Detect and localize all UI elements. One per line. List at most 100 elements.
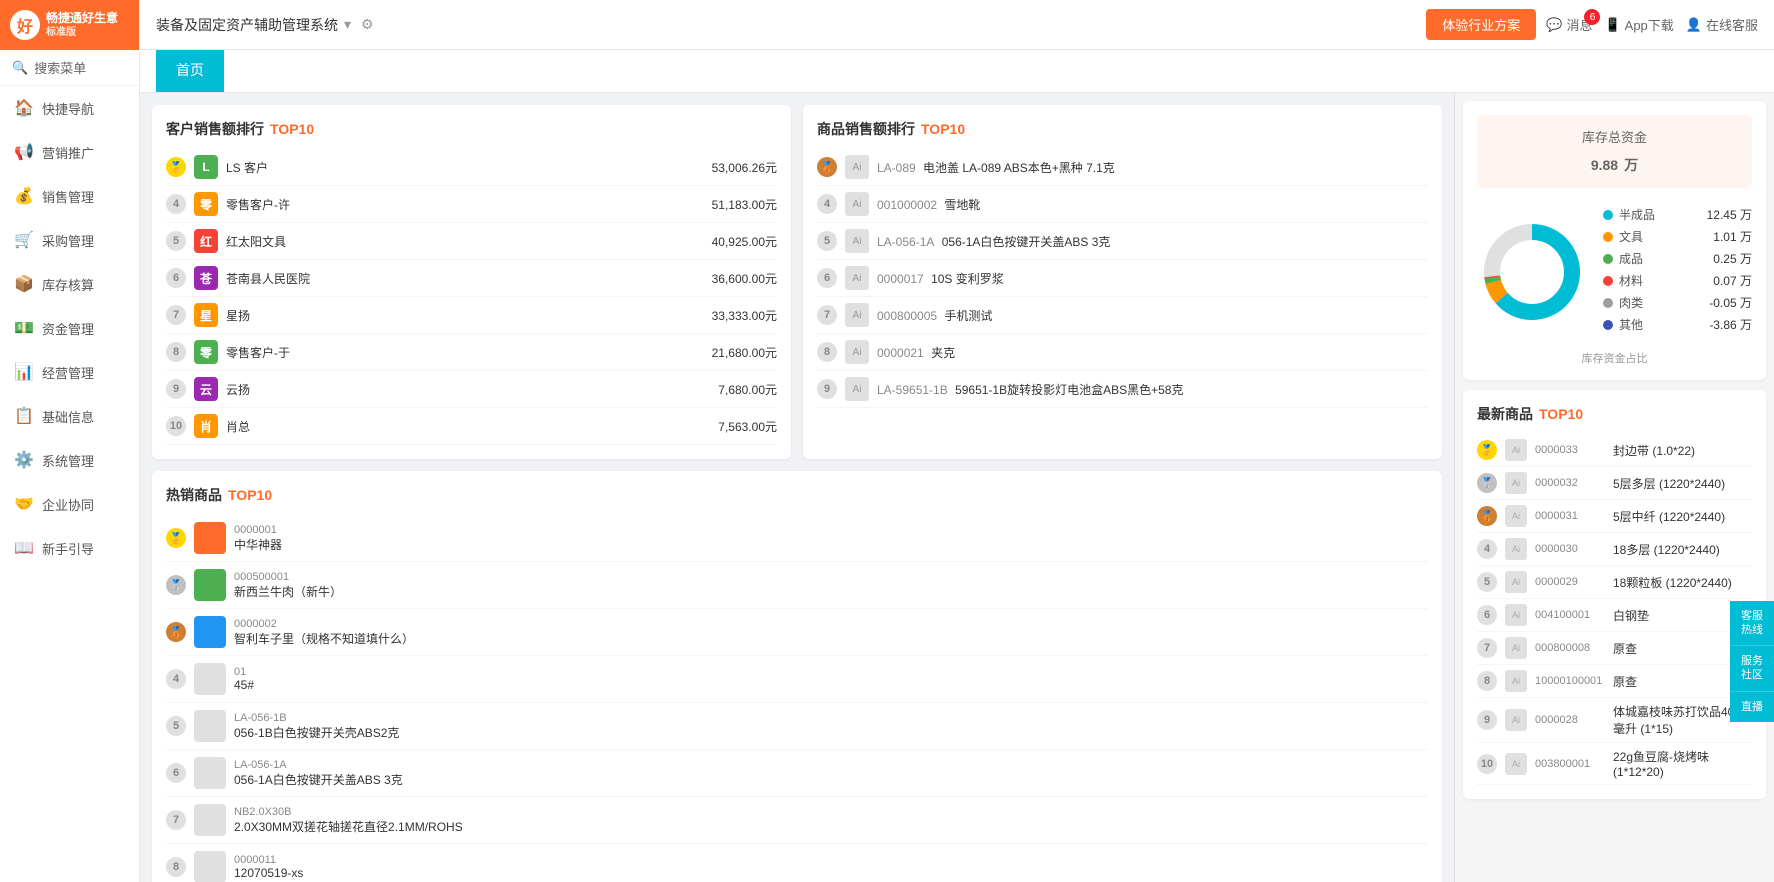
- product-image: [194, 851, 226, 882]
- right-panel: 库存总资金 9.88 万: [1454, 93, 1774, 882]
- search-menu[interactable]: 🔍 搜索菜单: [0, 50, 139, 86]
- logo-text: 畅捷通好生意 标准版: [46, 11, 118, 40]
- rank-number: 7: [166, 810, 186, 830]
- rank-number: 9: [1477, 710, 1497, 730]
- rank-number: 7: [1477, 638, 1497, 658]
- list-item: 5 Ai 0000029 18颗粒板 (1220*2440): [1477, 566, 1752, 599]
- product-image: Ai: [1505, 538, 1527, 560]
- message-action[interactable]: 💬 消息 6: [1546, 15, 1592, 34]
- donut-chart: [1477, 217, 1587, 327]
- trial-button[interactable]: 体验行业方案: [1426, 9, 1536, 40]
- system-icon: ⚙️: [14, 450, 34, 470]
- product-sales-title: 商品销售额排行 TOP10: [817, 119, 1428, 139]
- page-tabs: 首页: [140, 50, 1774, 93]
- product-image: Ai: [1505, 472, 1527, 494]
- rank-number: 🥉: [817, 157, 837, 177]
- sidebar-item-basic[interactable]: 📋 基础信息: [0, 394, 139, 438]
- rank-number: 🥉: [166, 622, 186, 642]
- product-sales-list: 🥉 Ai LA-089 电池盖 LA-089 ABS本色+黑种 7.1克 4 A…: [817, 149, 1428, 408]
- rank-number: 6: [817, 268, 837, 288]
- legend-item: 成品 0.25 万: [1603, 250, 1752, 267]
- rank-number: 4: [166, 194, 186, 214]
- dropdown-icon[interactable]: ▾: [344, 16, 351, 33]
- rank-number: 🥈: [1477, 473, 1497, 493]
- legend-dot: [1603, 254, 1613, 264]
- list-item: 6 Ai 004100001 白钢垫: [1477, 599, 1752, 632]
- app-download-action[interactable]: 📱 App下载: [1604, 15, 1673, 34]
- settings-icon[interactable]: ⚙: [361, 16, 374, 33]
- list-item: 5 Ai LA-056-1A 056-1A白色按键开关盖ABS 3克: [817, 223, 1428, 260]
- rank-number: 6: [1477, 605, 1497, 625]
- rank-number: 10: [1477, 754, 1497, 774]
- list-item: 8 0000011 12070519-xs: [166, 844, 1428, 882]
- hot-products-list: 🥇 0000001 中华神器 🥈 000500001 新西兰牛肉（新牛）: [166, 515, 1428, 882]
- inventory-card: 库存总资金 9.88 万: [1463, 101, 1766, 380]
- sidebar-item-finance[interactable]: 💵 资金管理: [0, 306, 139, 350]
- avatar: 云: [194, 377, 218, 401]
- sidebar-item-purchase[interactable]: 🛒 采购管理: [0, 218, 139, 262]
- sidebar-item-marketing[interactable]: 📢 营销推广: [0, 130, 139, 174]
- search-icon: 🔍: [12, 60, 28, 76]
- rank-number: 4: [1477, 539, 1497, 559]
- list-item: 9 Ai 0000028 体城嘉枝味苏打饮品400毫升 (1*15): [1477, 698, 1752, 743]
- float-btn-community[interactable]: 服务 社区: [1730, 646, 1774, 692]
- sidebar-item-cooperation[interactable]: 🤝 企业协同: [0, 482, 139, 526]
- legend-item: 半成品 12.45 万: [1603, 206, 1752, 223]
- product-image: Ai: [845, 266, 869, 290]
- rank-number: 🥇: [166, 157, 186, 177]
- product-sales-ranking-card: 商品销售额排行 TOP10 🥉 Ai LA-089 电池盖 LA-089 ABS…: [803, 105, 1442, 459]
- basic-icon: 📋: [14, 406, 34, 426]
- online-service-action[interactable]: 👤 在线客服: [1686, 15, 1758, 34]
- rank-number: 8: [166, 342, 186, 362]
- logo-icon: 好: [10, 10, 40, 40]
- rank-number: 5: [1477, 572, 1497, 592]
- product-image: Ai: [1505, 604, 1527, 626]
- customer-rank-list: 🥇 L LS 客户 53,006.26元 4 零 零售客户-许 51,183.0…: [166, 149, 777, 445]
- float-btn-live[interactable]: 直播: [1730, 692, 1774, 722]
- service-icon: 👤: [1686, 17, 1702, 33]
- sales-icon: 💰: [14, 186, 34, 206]
- list-item: 4 零 零售客户-许 51,183.00元: [166, 186, 777, 223]
- product-image: [194, 569, 226, 601]
- list-item: 🥈 Ai 0000032 5层多层 (1220*2440): [1477, 467, 1752, 500]
- list-item: 8 零 零售客户-于 21,680.00元: [166, 334, 777, 371]
- finance-icon: 💵: [14, 318, 34, 338]
- avatar: 零: [194, 340, 218, 364]
- tab-home[interactable]: 首页: [156, 50, 224, 92]
- sidebar-item-operations[interactable]: 📊 经营管理: [0, 350, 139, 394]
- inventory-total: 库存总资金 9.88 万: [1477, 115, 1752, 188]
- list-item: 4 01 45#: [166, 656, 1428, 703]
- list-item: 7 Ai 000800008 原查: [1477, 632, 1752, 665]
- list-item: 7 NB2.0X30B 2.0X30MM双搓花轴搓花直径2.1MM/ROHS: [166, 797, 1428, 844]
- float-btn-service[interactable]: 客服 热线: [1730, 601, 1774, 647]
- message-badge: 6: [1584, 9, 1600, 25]
- rank-number: 🥈: [166, 575, 186, 595]
- rank-number: 7: [817, 305, 837, 325]
- sidebar-item-system[interactable]: ⚙️ 系统管理: [0, 438, 139, 482]
- sidebar-item-quicknav[interactable]: 🏠 快捷导航: [0, 86, 139, 130]
- latest-products-list: 🥇 Ai 0000033 封边带 (1.0*22) 🥈 Ai 0000032 5…: [1477, 434, 1752, 785]
- legend-dot: [1603, 298, 1613, 308]
- product-image: Ai: [1505, 753, 1527, 775]
- list-item: 10 肖 肖总 7,563.00元: [166, 408, 777, 445]
- legend-item: 肉类 -0.05 万: [1603, 294, 1752, 311]
- sidebar-item-inventory[interactable]: 📦 库存核算: [0, 262, 139, 306]
- rank-number: 8: [166, 857, 186, 877]
- operations-icon: 📊: [14, 362, 34, 382]
- list-item: 10 Ai 003800001 22g鱼豆腐-烧烤味 (1*12*20): [1477, 743, 1752, 785]
- list-item: 5 红 红太阳文具 40,925.00元: [166, 223, 777, 260]
- list-item: 🥉 0000002 智利车子里（规格不知道填什么）: [166, 609, 1428, 656]
- rank-number: 4: [817, 194, 837, 214]
- quicknav-icon: 🏠: [14, 98, 34, 118]
- sidebar-item-sales[interactable]: 💰 销售管理: [0, 174, 139, 218]
- product-image: [194, 616, 226, 648]
- topbar: 装备及固定资产辅助管理系统 ▾ ⚙ 体验行业方案 💬 消息 6 📱 App下载 …: [140, 0, 1774, 50]
- sidebar-item-guide[interactable]: 📖 新手引导: [0, 526, 139, 570]
- product-image: [194, 710, 226, 742]
- list-item: 🥈 000500001 新西兰牛肉（新牛）: [166, 562, 1428, 609]
- content-main: 客户销售额排行 TOP10 🥇 L LS 客户 53,006.26元 4 零: [140, 93, 1454, 882]
- list-item: 🥉 Ai 0000031 5层中纤 (1220*2440): [1477, 500, 1752, 533]
- product-image: Ai: [1505, 670, 1527, 692]
- legend-item: 其他 -3.86 万: [1603, 316, 1752, 333]
- product-image: Ai: [1505, 637, 1527, 659]
